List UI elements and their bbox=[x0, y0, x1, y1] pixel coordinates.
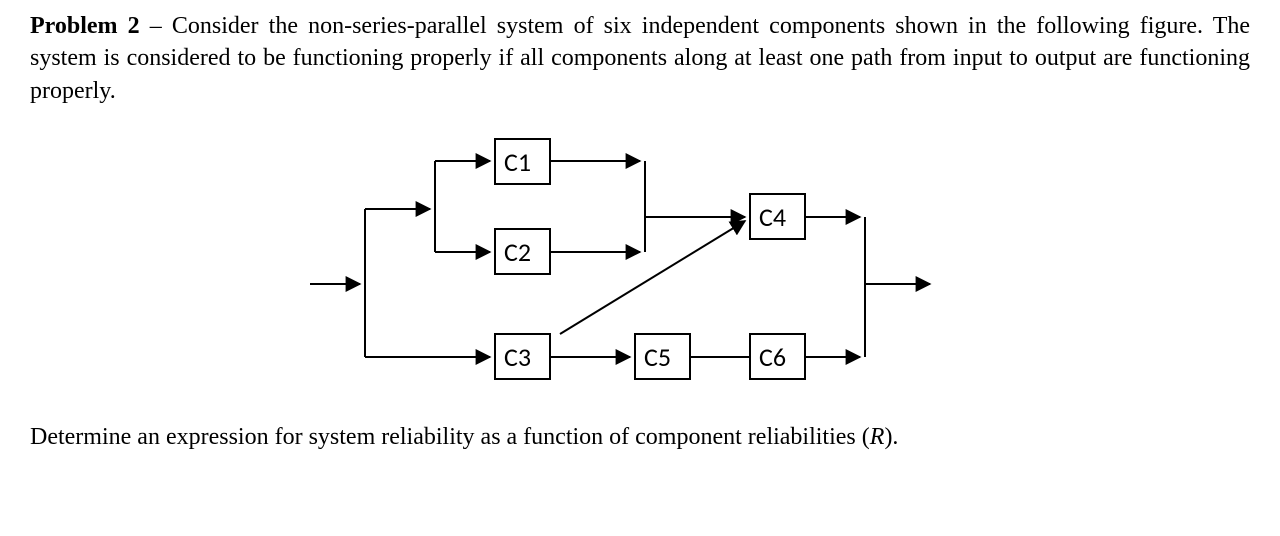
label-c6: C6 bbox=[759, 341, 786, 373]
label-c5: C5 bbox=[644, 341, 671, 373]
label-c2: C2 bbox=[504, 236, 531, 268]
question-var: R bbox=[870, 424, 885, 450]
problem-label: Problem 2 bbox=[30, 13, 140, 39]
problem-statement: Problem 2 – Consider the non-series-para… bbox=[30, 10, 1250, 107]
question-pre: Determine an expression for system relia… bbox=[30, 424, 870, 450]
label-c3: C3 bbox=[504, 341, 531, 373]
line-c3-to-c4 bbox=[560, 221, 745, 334]
problem-text: Consider the non-series-parallel system … bbox=[30, 13, 1250, 104]
question-post: ). bbox=[884, 424, 898, 450]
label-c4: C4 bbox=[759, 201, 786, 233]
question-text: Determine an expression for system relia… bbox=[30, 421, 1250, 453]
dash: – bbox=[140, 13, 172, 39]
reliability-diagram: C1 C2 C3 C4 C5 C6 bbox=[290, 119, 990, 409]
label-c1: C1 bbox=[504, 146, 531, 178]
